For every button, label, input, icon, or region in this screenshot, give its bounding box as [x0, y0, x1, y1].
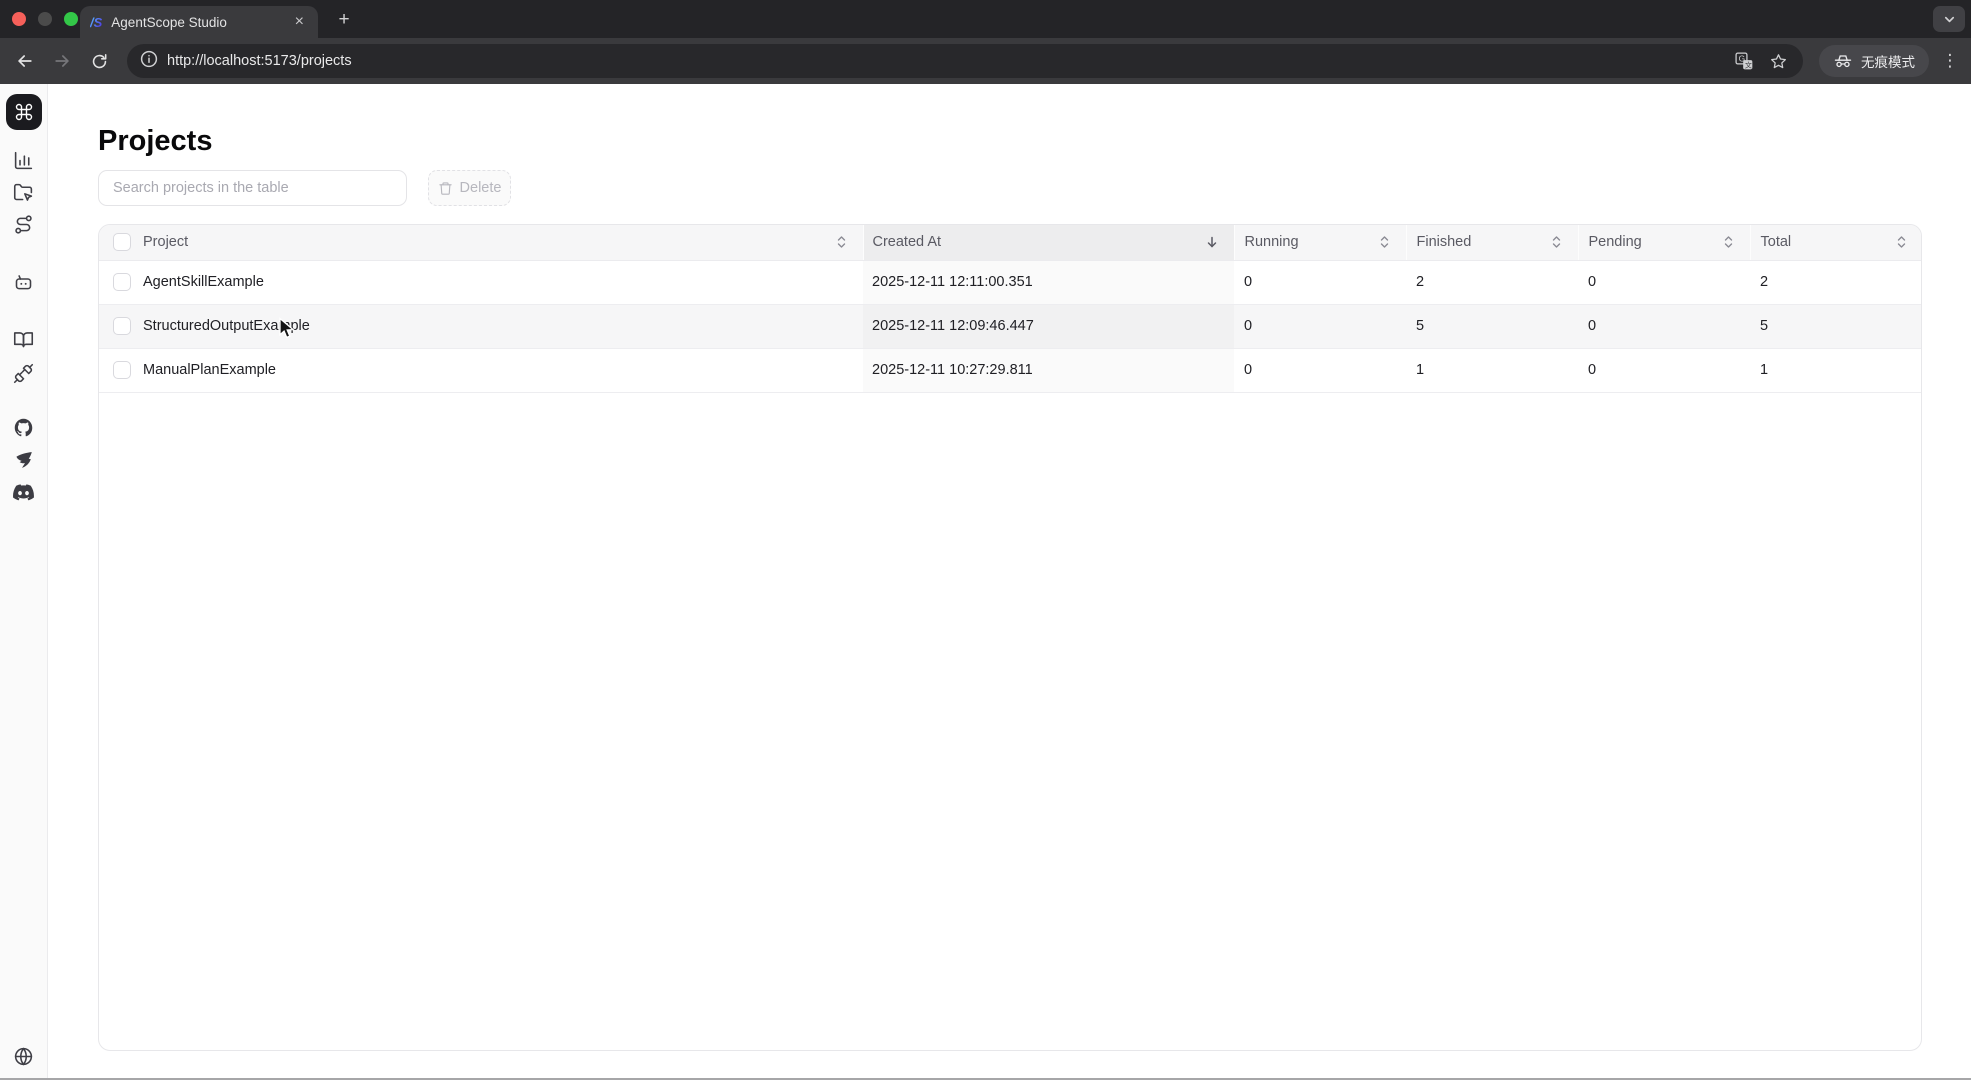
translate-icon[interactable]: G 文	[1732, 49, 1756, 73]
sort-icon[interactable]	[1378, 235, 1391, 249]
trash-icon	[438, 181, 453, 196]
tab-strip: /S AgentScope Studio × +	[0, 0, 1971, 38]
sort-desc-icon[interactable]	[1205, 235, 1219, 249]
mouse-cursor	[278, 317, 296, 341]
command-logo-icon[interactable]	[6, 94, 42, 130]
incognito-icon	[1833, 51, 1853, 71]
finished-cell: 5	[1406, 304, 1578, 348]
incognito-label: 无痕模式	[1861, 51, 1915, 71]
incognito-badge: 无痕模式	[1819, 45, 1929, 77]
tab-close-icon[interactable]: ×	[291, 12, 308, 32]
sort-icon[interactable]	[835, 235, 848, 249]
column-header-created-at[interactable]: Created At	[863, 225, 1234, 260]
back-button[interactable]	[12, 48, 38, 74]
row-checkbox[interactable]	[113, 273, 131, 291]
dingtalk-icon[interactable]	[13, 448, 35, 470]
finished-cell: 2	[1406, 260, 1578, 304]
total-cell: 5	[1750, 304, 1922, 348]
pending-cell: 0	[1578, 260, 1750, 304]
zoom-window-button[interactable]	[64, 12, 78, 26]
row-checkbox[interactable]	[113, 361, 131, 379]
workflow-icon[interactable]	[13, 213, 35, 235]
main-panel: Projects Delete	[48, 84, 1971, 1080]
table-row[interactable]: ManualPlanExample 2025-12-11 10:27:29.81…	[99, 348, 1922, 392]
browser-toolbar: http://localhost:5173/projects G 文 无痕模式	[0, 38, 1971, 84]
select-all-checkbox[interactable]	[113, 233, 131, 251]
delete-button-label: Delete	[460, 180, 502, 196]
app-sidebar	[0, 84, 48, 1080]
project-name: ManualPlanExample	[143, 362, 276, 378]
sort-icon[interactable]	[1895, 235, 1908, 249]
delete-button[interactable]: Delete	[428, 170, 511, 206]
forward-button[interactable]	[49, 48, 75, 74]
projects-icon[interactable]	[13, 181, 35, 203]
tab-title: AgentScope Studio	[111, 15, 290, 30]
created-at-cell: 2025-12-11 12:11:00.351	[863, 260, 1234, 304]
projects-table: Project Created At	[99, 225, 1922, 393]
github-icon[interactable]	[13, 416, 35, 438]
site-info-icon[interactable]	[140, 50, 158, 73]
sort-icon[interactable]	[1550, 235, 1563, 249]
column-header-total[interactable]: Total	[1750, 225, 1922, 260]
browser-window: /S AgentScope Studio × + http://localhos…	[0, 0, 1971, 1080]
column-header-running[interactable]: Running	[1234, 225, 1406, 260]
search-input[interactable]	[98, 170, 407, 206]
api-icon[interactable]	[13, 362, 35, 384]
project-name: AgentSkillExample	[143, 274, 264, 290]
reload-button[interactable]	[86, 48, 112, 74]
total-cell: 1	[1750, 348, 1922, 392]
column-header-finished[interactable]: Finished	[1406, 225, 1578, 260]
running-cell: 0	[1234, 304, 1406, 348]
finished-cell: 1	[1406, 348, 1578, 392]
running-cell: 0	[1234, 260, 1406, 304]
column-header-pending[interactable]: Pending	[1578, 225, 1750, 260]
minimize-window-button[interactable]	[38, 12, 52, 26]
tab-search-chevron-icon[interactable]	[1933, 6, 1965, 32]
pending-cell: 0	[1578, 304, 1750, 348]
new-tab-button[interactable]: +	[332, 8, 356, 32]
docs-icon[interactable]	[13, 328, 35, 350]
table-row[interactable]: AgentSkillExample 2025-12-11 12:11:00.35…	[99, 260, 1922, 304]
projects-table-card: Project Created At	[98, 224, 1922, 1051]
address-bar[interactable]: http://localhost:5173/projects G 文	[127, 44, 1803, 78]
dashboard-icon[interactable]	[13, 149, 35, 171]
tab-favicon-icon: /S	[90, 15, 102, 30]
bot-icon[interactable]	[13, 271, 35, 293]
pending-cell: 0	[1578, 348, 1750, 392]
svg-text:文: 文	[1745, 60, 1752, 69]
table-body: AgentSkillExample 2025-12-11 12:11:00.35…	[99, 260, 1922, 392]
url-text: http://localhost:5173/projects	[167, 53, 352, 69]
column-header-project[interactable]: Project	[99, 225, 863, 260]
close-window-button[interactable]	[12, 12, 26, 26]
running-cell: 0	[1234, 348, 1406, 392]
sort-icon[interactable]	[1722, 235, 1735, 249]
browser-tab[interactable]: /S AgentScope Studio ×	[80, 6, 318, 38]
browser-menu-icon[interactable]: ⋮	[1941, 51, 1959, 71]
language-icon[interactable]	[13, 1045, 35, 1067]
bookmark-star-icon[interactable]	[1766, 49, 1790, 73]
total-cell: 2	[1750, 260, 1922, 304]
created-at-cell: 2025-12-11 12:09:46.447	[863, 304, 1234, 348]
table-row[interactable]: StructuredOutputExample 2025-12-11 12:09…	[99, 304, 1922, 348]
traffic-lights	[12, 12, 78, 26]
created-at-cell: 2025-12-11 10:27:29.811	[863, 348, 1234, 392]
discord-icon[interactable]	[13, 480, 35, 502]
row-checkbox[interactable]	[113, 317, 131, 335]
page-title: Projects	[98, 124, 1922, 158]
